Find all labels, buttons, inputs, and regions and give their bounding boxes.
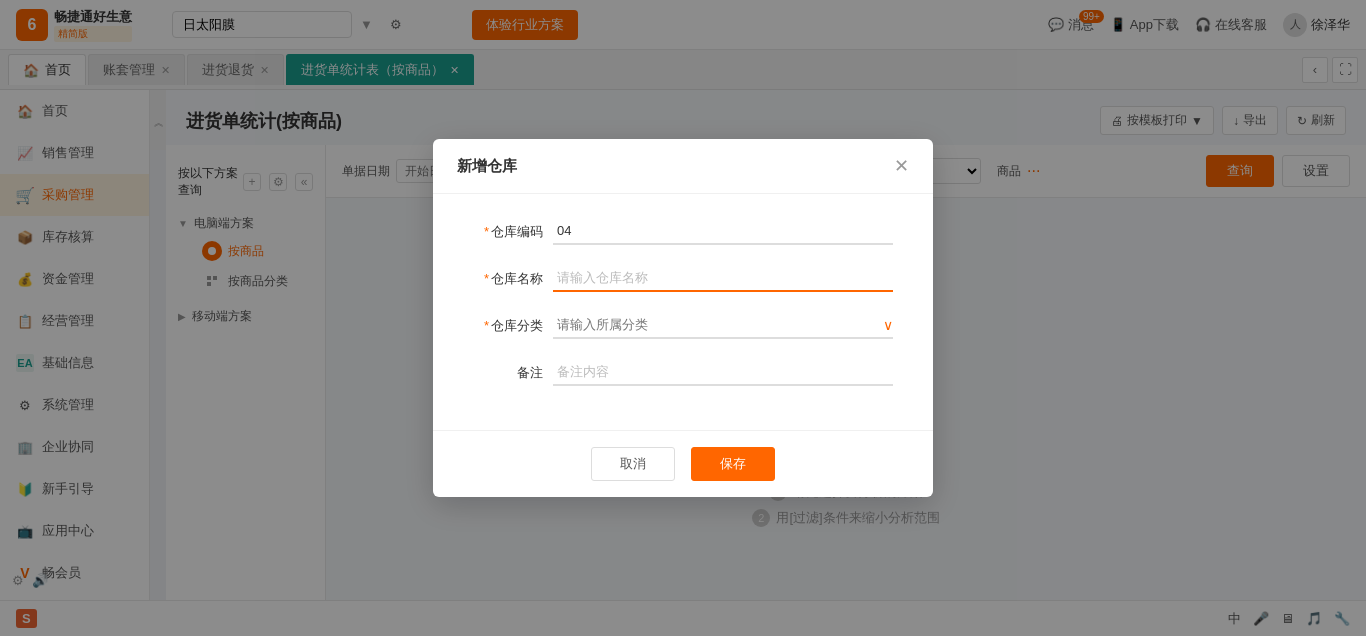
code-input[interactable]: [553, 218, 893, 245]
form-row-category: 仓库分类 ∨: [473, 312, 893, 339]
new-warehouse-modal: 新增仓库 ✕ 仓库编码 仓库名称 仓库分类 ∨: [433, 139, 933, 497]
modal-footer: 取消 保存: [433, 430, 933, 497]
category-dropdown-icon[interactable]: ∨: [883, 317, 893, 333]
modal-body: 仓库编码 仓库名称 仓库分类 ∨ 备注: [433, 194, 933, 430]
form-row-name: 仓库名称: [473, 265, 893, 292]
modal-header: 新增仓库 ✕: [433, 139, 933, 194]
note-label: 备注: [473, 364, 553, 382]
save-button[interactable]: 保存: [691, 447, 775, 481]
category-input[interactable]: [553, 312, 883, 337]
modal-close-icon[interactable]: ✕: [894, 155, 909, 177]
category-label: 仓库分类: [473, 317, 553, 335]
note-input[interactable]: [553, 359, 893, 386]
modal-overlay: 新增仓库 ✕ 仓库编码 仓库名称 仓库分类 ∨: [0, 0, 1366, 636]
form-row-code: 仓库编码: [473, 218, 893, 245]
name-label: 仓库名称: [473, 270, 553, 288]
cancel-button[interactable]: 取消: [591, 447, 675, 481]
category-select-row: ∨: [553, 312, 893, 339]
code-label: 仓库编码: [473, 223, 553, 241]
form-row-note: 备注: [473, 359, 893, 386]
name-input[interactable]: [553, 265, 893, 292]
modal-title: 新增仓库: [457, 157, 517, 176]
